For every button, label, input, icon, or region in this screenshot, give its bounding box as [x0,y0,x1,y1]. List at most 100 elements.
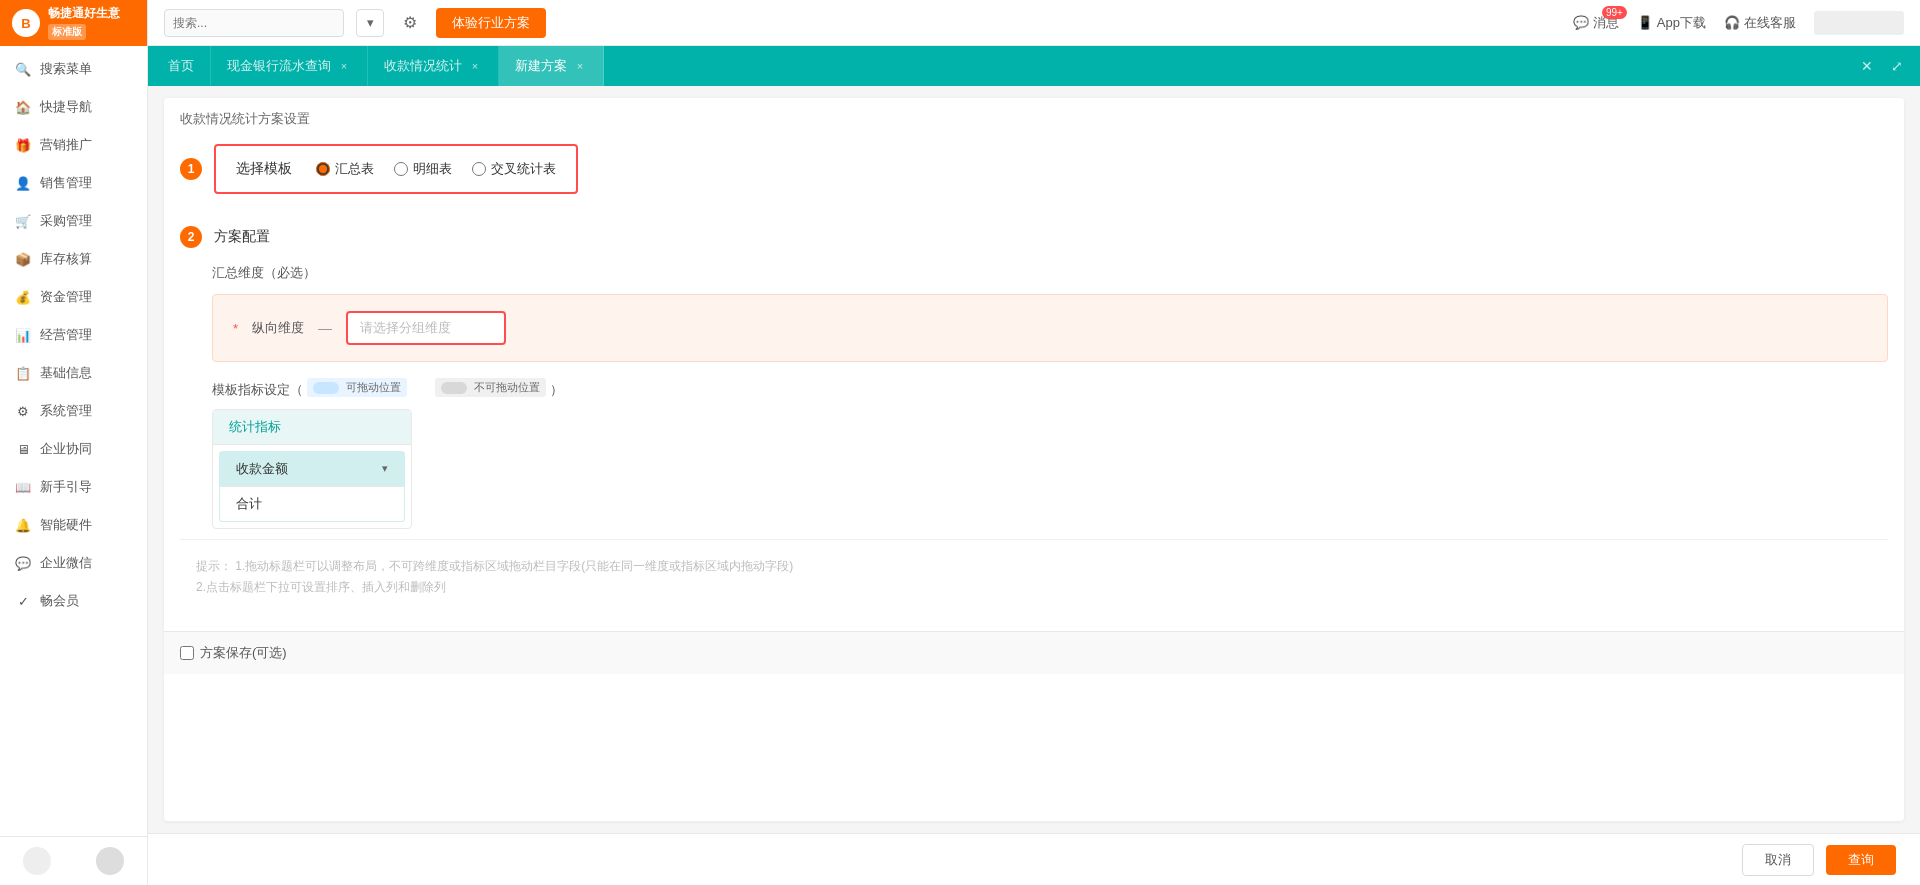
sidebar-item-cooperation[interactable]: 🖥 企业协同 [0,430,147,468]
step1-badge: 1 [180,158,202,180]
dimension-select[interactable]: 请选择分组维度 [346,311,506,345]
chevron-down-icon[interactable]: ▾ [382,462,388,475]
radio-cross-label: 交叉统计表 [491,160,556,178]
sidebar-item-purchase[interactable]: 🛒 采购管理 [0,202,147,240]
tab-collection-close[interactable]: × [468,59,482,73]
search-icon: 🔍 [14,60,32,78]
sidebar-item-operation[interactable]: 📊 经营管理 [0,316,147,354]
metric-table: 统计指标 收款金额 ▾ 合计 [212,409,412,529]
user-avatar[interactable] [1814,11,1904,35]
save-label: 方案保存(可选) [200,644,287,662]
template-section: 选择模板 汇总表 明细表 [214,144,578,194]
settings-button[interactable]: ⚙ [396,9,424,37]
dimension-row: * 纵向维度 — 请选择分组维度 [233,311,1867,345]
sidebar-item-label: 畅会员 [40,592,79,610]
radio-cross[interactable]: 交叉统计表 [472,160,556,178]
metric-header-row[interactable]: 收款金额 ▾ [220,452,404,487]
metric-table-header: 统计指标 [213,410,411,445]
save-option-row: 方案保存(可选) [164,631,1904,674]
page-footer: 取消 查询 [148,833,1920,885]
logo-text: 畅捷通好生意 [48,6,120,22]
content-card: 收款情况统计方案设置 1 选择模板 汇总表 [164,98,1904,821]
member-icon: ✓ [14,592,32,610]
tab-home-label: 首页 [168,57,194,75]
page-title: 收款情况统计方案设置 [164,98,1904,128]
sidebar-item-label: 采购管理 [40,212,92,230]
download-icon: 📱 [1637,15,1653,30]
online-support-button[interactable]: 🎧 在线客服 [1724,14,1796,32]
save-checkbox[interactable] [180,646,194,660]
tip-2: 2.点击标题栏下拉可设置排序、插入列和删除列 [196,577,1872,599]
top-header: ▾ ⚙ 体验行业方案 💬 消息 99+ 📱 App下载 🎧 在线客服 [148,0,1920,46]
arrow-icon: — [318,320,332,336]
sidebar-item-capital[interactable]: 💰 资金管理 [0,278,147,316]
trial-button[interactable]: 体验行业方案 [436,8,546,38]
radio-summary-input[interactable] [316,162,330,176]
tab-maximize-btn[interactable]: ⤢ [1886,55,1908,77]
metric-row-label: 合计 [236,496,262,511]
tab-close-btn[interactable]: ✕ [1856,55,1878,77]
step2-label: 方案配置 [214,228,270,246]
sidebar-item-label: 企业协同 [40,440,92,458]
tab-bank-close[interactable]: × [337,59,351,73]
user-icon: 👤 [14,174,32,192]
tip-1: 提示： 1.拖动标题栏可以调整布局，不可跨维度或指标区域拖动栏目字段(只能在同一… [196,556,1872,578]
radio-summary-label: 汇总表 [335,160,374,178]
radio-detail-input[interactable] [394,162,408,176]
tab-bank[interactable]: 现金银行流水查询 × [211,46,368,86]
sidebar-item-wechat[interactable]: 💬 企业微信 [0,544,147,582]
query-button[interactable]: 查询 [1826,845,1896,875]
required-star: * [233,321,238,336]
sidebar-item-label: 营销推广 [40,136,92,154]
support-label: 在线客服 [1744,14,1796,32]
sidebar-nav: 🔍 搜索菜单 🏠 快捷导航 🎁 营销推广 👤 销售管理 🛒 采购管理 📦 库存核… [0,46,147,836]
notification-button[interactable]: 💬 消息 99+ [1573,14,1619,32]
radio-summary[interactable]: 汇总表 [316,160,374,178]
bell-icon: 🔔 [14,516,32,534]
app-download-button[interactable]: 📱 App下载 [1637,14,1706,32]
dimension-area: * 纵向维度 — 请选择分组维度 [212,294,1888,362]
sidebar-item-label: 搜索菜单 [40,60,92,78]
metric-group-label: 统计指标 [229,418,281,436]
tab-collection[interactable]: 收款情况统计 × [368,46,499,86]
radio-detail[interactable]: 明细表 [394,160,452,178]
sidebar-item-sales[interactable]: 👤 销售管理 [0,164,147,202]
sidebar-footer-user2[interactable] [96,847,124,875]
sidebar-item-guide[interactable]: 📖 新手引导 [0,468,147,506]
tab-new-plan[interactable]: 新建方案 × [499,46,604,86]
sidebar-item-member[interactable]: ✓ 畅会员 [0,582,147,620]
sidebar-item-inventory[interactable]: 📦 库存核算 [0,240,147,278]
sidebar-item-system[interactable]: ⚙ 系统管理 [0,392,147,430]
box-icon: 📦 [14,250,32,268]
monitor-icon: 🖥 [14,440,32,458]
metric-settings-text: 模板指标设定（ 可拖动位置 不可拖动位置 ） [212,378,563,399]
home-icon: 🏠 [14,98,32,116]
sidebar-item-basic-info[interactable]: 📋 基础信息 [0,354,147,392]
logo-icon: B [12,9,40,37]
sidebar-item-search[interactable]: 🔍 搜索菜单 [0,50,147,88]
logo-badge: 标准版 [48,24,86,40]
main: ▾ ⚙ 体验行业方案 💬 消息 99+ 📱 App下载 🎧 在线客服 首页 [148,0,1920,885]
sidebar-item-hardware[interactable]: 🔔 智能硬件 [0,506,147,544]
radio-cross-input[interactable] [472,162,486,176]
notification-badge: 99+ [1602,6,1627,19]
tab-home[interactable]: 首页 [148,46,211,86]
sidebar: B 畅捷通好生意 标准版 🔍 搜索菜单 🏠 快捷导航 🎁 营销推广 👤 销售管理… [0,0,148,885]
radio-detail-label: 明细表 [413,160,452,178]
message-icon: 💬 [1573,15,1589,30]
sidebar-footer-user1[interactable] [23,847,51,875]
book-icon: 📖 [14,478,32,496]
header-dropdown-button[interactable]: ▾ [356,9,384,37]
sidebar-item-quick-nav[interactable]: 🏠 快捷导航 [0,88,147,126]
sidebar-item-label: 基础信息 [40,364,92,382]
movable-tag: 可拖动位置 [307,378,407,397]
section-config: 2 方案配置 汇总维度（必选） * 纵向维度 — 请选择分组维度 [164,226,1904,631]
breadcrumb-input[interactable] [164,9,344,37]
gift-icon: 🎁 [14,136,32,154]
dimension-group-label: 汇总维度（必选） [212,264,1888,282]
sidebar-item-marketing[interactable]: 🎁 营销推广 [0,126,147,164]
cancel-button[interactable]: 取消 [1742,844,1814,876]
tab-new-plan-close[interactable]: × [573,59,587,73]
template-radio-group: 汇总表 明细表 交叉统计表 [316,160,556,178]
sidebar-item-label: 资金管理 [40,288,92,306]
